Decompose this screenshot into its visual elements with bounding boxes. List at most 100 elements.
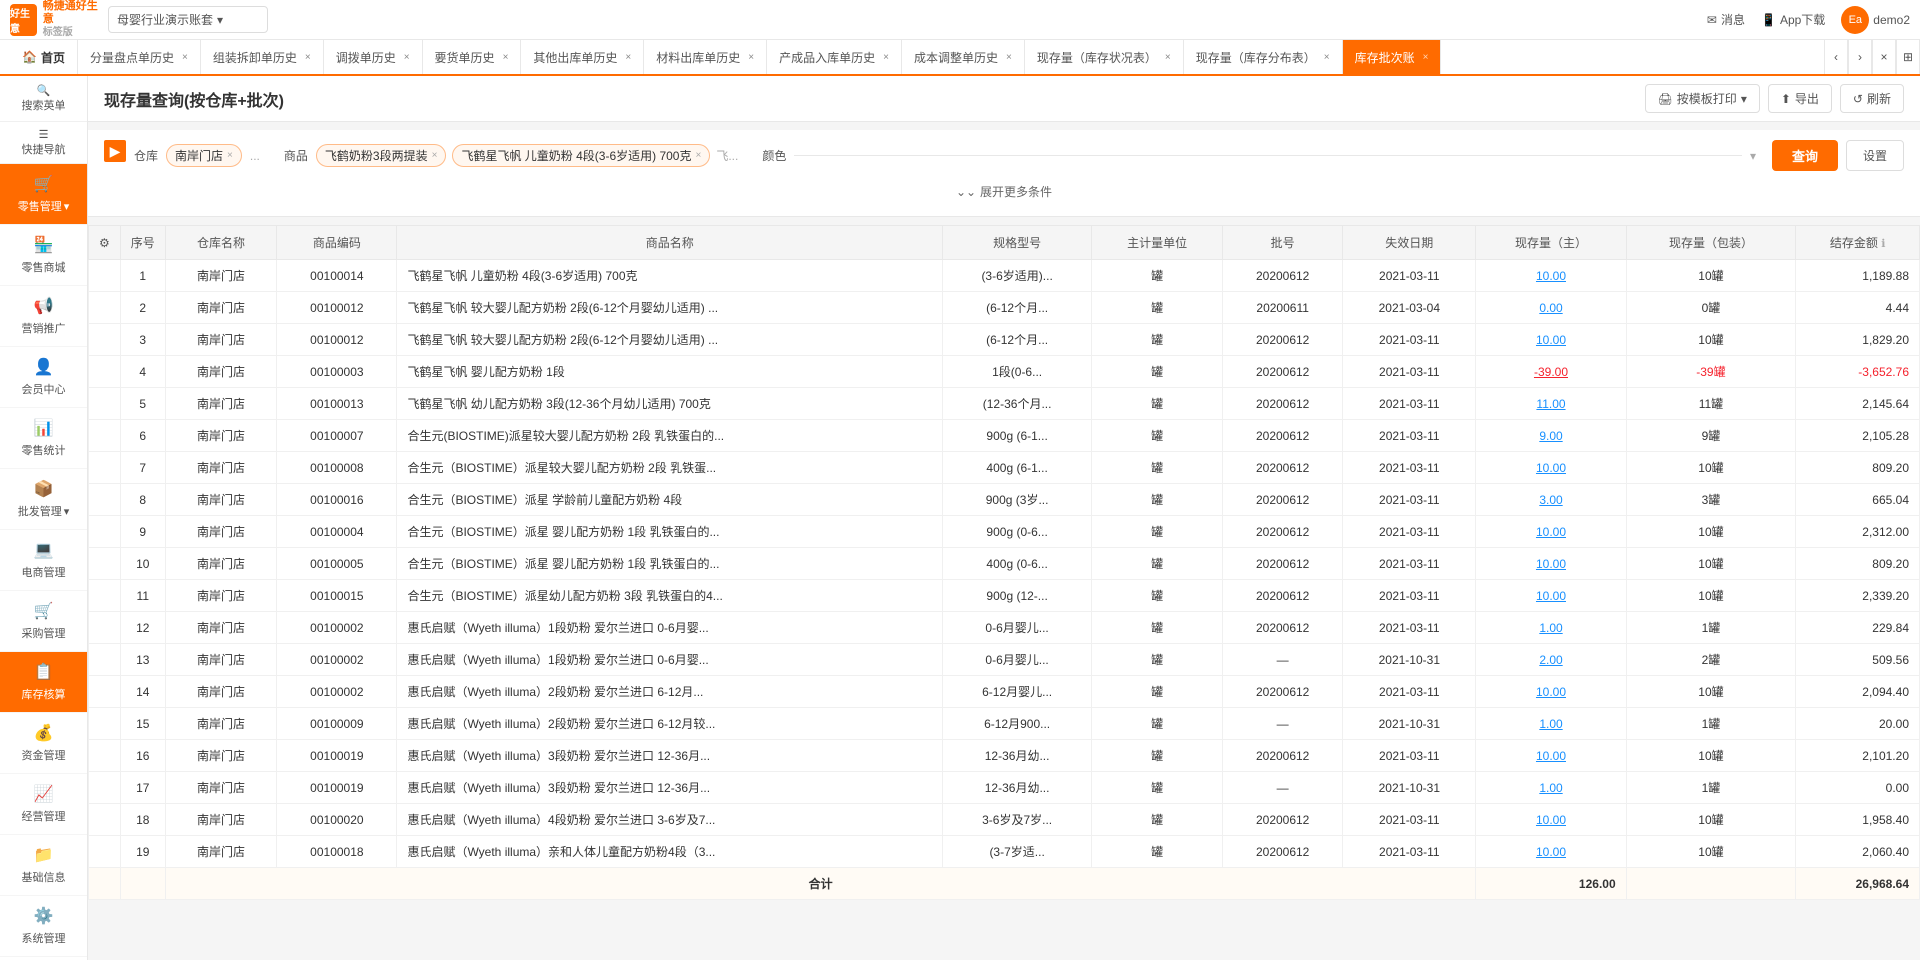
product-tag-0[interactable]: 飞鹤奶粉3段两提装 ×: [316, 144, 447, 167]
sidebar-item-system-mgmt[interactable]: ⚙️ 系统管理: [0, 896, 87, 957]
cell-stock-main[interactable]: 10.00: [1476, 804, 1626, 836]
close-icon[interactable]: ×: [1423, 52, 1429, 63]
close-icon[interactable]: ×: [1324, 52, 1330, 63]
cell-stock-main[interactable]: 1.00: [1476, 772, 1626, 804]
export-btn[interactable]: ⬆ 导出: [1768, 84, 1832, 113]
close-icon[interactable]: ×: [625, 52, 631, 63]
tab-prev-arrow[interactable]: ‹: [1824, 40, 1848, 75]
close-icon[interactable]: ×: [404, 52, 410, 63]
close-icon[interactable]: ×: [1165, 52, 1171, 63]
sidebar-item-retail-mgmt[interactable]: 🛒 零售管理 ▾: [0, 164, 87, 225]
cell-spec: 900g (0-6...: [943, 516, 1092, 548]
th-setting[interactable]: ⚙: [89, 226, 121, 260]
cell-stock-main[interactable]: 10.00: [1476, 260, 1626, 292]
cell-batch: 20200612: [1223, 612, 1343, 644]
member-center-icon: 👤: [34, 357, 54, 377]
tab-batch-voucher[interactable]: 库存批次账 ×: [1343, 40, 1442, 75]
sidebar-item-basic-info[interactable]: 📁 基础信息: [0, 835, 87, 896]
account-selector[interactable]: 母婴行业演示账套 ▾: [108, 6, 268, 33]
balance-info-icon[interactable]: ℹ: [1881, 238, 1885, 250]
cell-stock-main[interactable]: 2.00: [1476, 644, 1626, 676]
th-stock-pkg: 现存量（包装）: [1626, 226, 1796, 260]
cell-product-code: 00100007: [277, 420, 397, 452]
sidebar-item-operation-mgmt[interactable]: 📈 经营管理: [0, 774, 87, 835]
app-download-btn[interactable]: 📱 App下载: [1761, 11, 1825, 28]
user-area[interactable]: Ea demo2: [1841, 6, 1910, 34]
cell-spec: 0-6月婴儿...: [943, 612, 1092, 644]
tab-inventory-dist[interactable]: 现存量（库存分布表） ×: [1184, 40, 1343, 75]
warehouse-tag-close[interactable]: ×: [227, 150, 233, 161]
expand-more-conditions[interactable]: ⌄⌄ 展开更多条件: [104, 177, 1904, 206]
sidebar-item-wholesale-mgmt[interactable]: 📦 批发管理 ▾: [0, 469, 87, 530]
print-btn[interactable]: 🖨 按模板打印 ▾: [1645, 84, 1760, 113]
tab-other-out[interactable]: 其他出库单历史 ×: [521, 40, 644, 75]
close-icon[interactable]: ×: [748, 52, 754, 63]
cell-stock-main[interactable]: 9.00: [1476, 420, 1626, 452]
product-tag-0-close[interactable]: ×: [432, 150, 438, 161]
sidebar-item-retail-stats[interactable]: 📊 零售统计: [0, 408, 87, 469]
close-icon[interactable]: ×: [1006, 52, 1012, 63]
product-tag-1-close[interactable]: ×: [695, 150, 701, 161]
cell-stock-main[interactable]: 10.00: [1476, 324, 1626, 356]
sidebar-item-purchase-mgmt[interactable]: 🛒 采购管理: [0, 591, 87, 652]
sidebar-item-member-center[interactable]: 👤 会员中心: [0, 347, 87, 408]
cell-stock-main[interactable]: 1.00: [1476, 612, 1626, 644]
close-icon[interactable]: ×: [305, 52, 311, 63]
tab-home[interactable]: 🏠 首页: [10, 40, 78, 75]
sidebar-item-retail-store[interactable]: 🏪 零售商城: [0, 225, 87, 286]
tab-menu[interactable]: ⊞: [1896, 40, 1920, 75]
summary-stock-main: 126.00: [1476, 868, 1626, 900]
product-tag-1[interactable]: 飞鹤星飞帆 儿童奶粉 4段(3-6岁适用) 700克 ×: [452, 144, 710, 167]
cell-stock-main[interactable]: 0.00: [1476, 292, 1626, 324]
color-dropdown-arrow[interactable]: ▾: [1750, 149, 1756, 163]
query-btn[interactable]: 查询: [1772, 140, 1838, 171]
cell-stock-main[interactable]: 10.00: [1476, 676, 1626, 708]
cell-stock-main[interactable]: 10.00: [1476, 516, 1626, 548]
cell-stock-main[interactable]: 1.00: [1476, 708, 1626, 740]
tab-disassemble[interactable]: 组装拆卸单历史 ×: [201, 40, 324, 75]
sidebar-quick-nav[interactable]: ☰ 快捷导航: [0, 122, 87, 164]
close-icon[interactable]: ×: [503, 52, 509, 63]
cell-warehouse: 南岸门店: [165, 740, 277, 772]
cell-stock-main[interactable]: 3.00: [1476, 484, 1626, 516]
tab-nav-arrows: ‹ › × ⊞: [1824, 40, 1920, 75]
cell-spec: 900g (3岁...: [943, 484, 1092, 516]
refresh-btn[interactable]: ↺ 刷新: [1840, 84, 1904, 113]
warehouse-more[interactable]: ...: [250, 149, 260, 163]
sidebar-item-marketing[interactable]: 📢 营销推广: [0, 286, 87, 347]
cell-stock-main[interactable]: -39.00: [1476, 356, 1626, 388]
sidebar-item-inventory-check[interactable]: 📋 库存核算: [0, 652, 87, 713]
tab-produce-in[interactable]: 产成品入库单历史 ×: [767, 40, 902, 75]
tab-next-arrow[interactable]: ›: [1848, 40, 1872, 75]
close-icon[interactable]: ×: [883, 52, 889, 63]
product-more[interactable]: 飞...: [716, 147, 738, 164]
logo-icon: 好生意: [10, 4, 37, 36]
cell-warehouse: 南岸门店: [165, 772, 277, 804]
tab-transfer[interactable]: 调拨单历史 ×: [324, 40, 423, 75]
tab-require[interactable]: 要货单历史 ×: [423, 40, 522, 75]
cell-stock-main[interactable]: 10.00: [1476, 836, 1626, 868]
settings-btn[interactable]: 设置: [1846, 140, 1904, 171]
cell-stock-main[interactable]: 10.00: [1476, 580, 1626, 612]
sidebar-item-finance-mgmt[interactable]: 💰 资金管理: [0, 713, 87, 774]
sidebar-item-ecommerce-mgmt[interactable]: 💻 电商管理: [0, 530, 87, 591]
cell-unit: 罐: [1092, 740, 1223, 772]
table-row: 9 南岸门店 00100004 合生元（BIOSTIME）派星 婴儿配方奶粉 1…: [89, 516, 1920, 548]
message-btn[interactable]: ✉ 消息: [1707, 11, 1745, 28]
tab-cost-adjust[interactable]: 成本调整单历史 ×: [902, 40, 1025, 75]
cell-stock-main[interactable]: 11.00: [1476, 388, 1626, 420]
cell-batch: 20200611: [1223, 292, 1343, 324]
expand-filter-btn[interactable]: ▶: [104, 140, 126, 162]
close-icon[interactable]: ×: [182, 52, 188, 63]
cell-stock-main[interactable]: 10.00: [1476, 548, 1626, 580]
tab-inventory-status[interactable]: 现存量（库存状况表） ×: [1025, 40, 1184, 75]
tab-close-all[interactable]: ×: [1872, 40, 1896, 75]
cell-warehouse: 南岸门店: [165, 484, 277, 516]
warehouse-tag[interactable]: 南岸门店 ×: [166, 144, 242, 167]
cell-stock-main[interactable]: 10.00: [1476, 740, 1626, 772]
tab-material-out[interactable]: 材料出库单历史 ×: [644, 40, 767, 75]
cell-stock-main[interactable]: 10.00: [1476, 452, 1626, 484]
sidebar-search[interactable]: 🔍 搜索英单: [0, 76, 87, 122]
tab-split-inventory[interactable]: 分量盘点单历史 ×: [78, 40, 201, 75]
cell-warehouse: 南岸门店: [165, 260, 277, 292]
